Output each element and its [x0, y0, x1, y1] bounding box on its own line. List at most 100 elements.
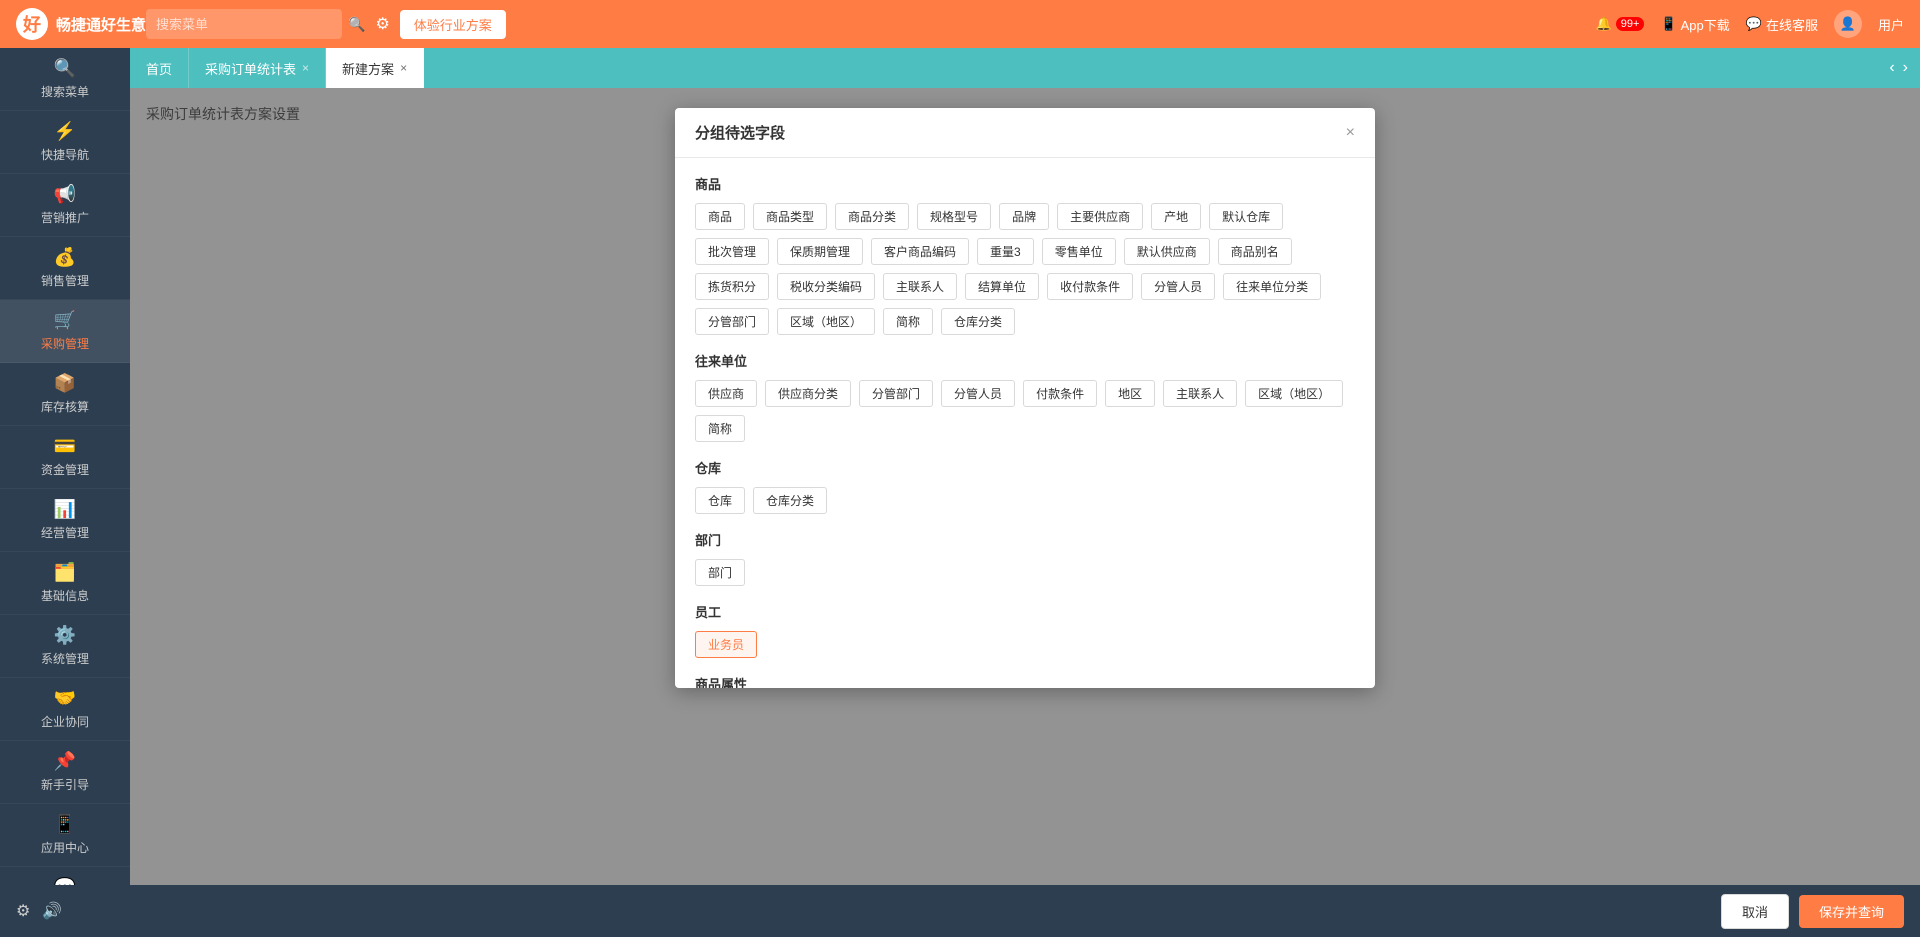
finance-icon: 💳 [54, 436, 76, 457]
sidebar-item-finance[interactable]: 💳 资金管理 [0, 426, 130, 489]
sidebar-item-label: 企业协同 [41, 713, 89, 730]
notification-item[interactable]: 🔔 99+ [1596, 16, 1645, 32]
field-region-area2[interactable]: 区域（地区） [1245, 380, 1343, 407]
field-short-name2[interactable]: 简称 [695, 415, 745, 442]
field-default-supplier[interactable]: 默认供应商 [1124, 238, 1210, 265]
logo-icon: 好 [16, 8, 48, 40]
field-region-area[interactable]: 区域（地区） [777, 308, 875, 335]
field-default-warehouse[interactable]: 默认仓库 [1209, 203, 1283, 230]
modal-header: 分组待选字段 × [675, 108, 1375, 158]
field-origin[interactable]: 产地 [1151, 203, 1201, 230]
field-main-contact2[interactable]: 主联系人 [1163, 380, 1237, 407]
sidebar-item-quick-nav[interactable]: ⚡ 快捷导航 [0, 111, 130, 174]
field-area[interactable]: 地区 [1105, 380, 1155, 407]
field-pick-points[interactable]: 拣货积分 [695, 273, 769, 300]
section-employee-title: 员工 [695, 602, 1355, 621]
sidebar-item-operations[interactable]: 📊 经营管理 [0, 489, 130, 552]
tab-purchase-stats[interactable]: 采购订单统计表 × [189, 48, 326, 88]
field-dept[interactable]: 分管部门 [695, 308, 769, 335]
new-guide-icon: 📌 [54, 751, 76, 772]
settings-icon[interactable]: ⚙ [375, 14, 389, 34]
field-spec-type[interactable]: 规格型号 [917, 203, 991, 230]
modal-close-button[interactable]: × [1346, 125, 1355, 141]
field-manage-dept[interactable]: 分管部门 [859, 380, 933, 407]
avatar[interactable]: 👤 [1834, 10, 1862, 38]
field-retail-unit[interactable]: 零售单位 [1042, 238, 1116, 265]
main-content: 采购订单统计表方案设置 分组待选字段 × 商品 商品 商品类型 商品分类 规格型… [130, 88, 1920, 937]
warehouse-field-grid: 仓库 仓库分类 [695, 487, 1355, 514]
partner-field-grid: 供应商 供应商分类 分管部门 分管人员 付款条件 地区 主联系人 区域（地区） … [695, 380, 1355, 442]
experience-btn[interactable]: 体验行业方案 [400, 10, 506, 39]
section-goods-attr: 商品属性 属性 颜色 多规格 尺码 鞋码 1 [695, 674, 1355, 688]
sidebar-item-label: 基础信息 [41, 587, 89, 604]
save-query-button[interactable]: 保存并查询 [1799, 895, 1904, 928]
cancel-button[interactable]: 取消 [1721, 894, 1789, 929]
field-manage-staff[interactable]: 分管人员 [941, 380, 1015, 407]
tab-bar-right: ‹ › [1889, 59, 1920, 77]
tab-bar: 首页 采购订单统计表 × 新建方案 × ‹ › [130, 48, 1920, 88]
tab-home[interactable]: 首页 [130, 48, 189, 88]
sidebar-item-base-info[interactable]: 🗂️ 基础信息 [0, 552, 130, 615]
volume-bottom-icon[interactable]: 🔊 [42, 901, 62, 921]
marketing-icon: 📢 [54, 184, 76, 205]
field-goods-category[interactable]: 商品分类 [835, 203, 909, 230]
sidebar-item-sales[interactable]: 💰 销售管理 [0, 237, 130, 300]
field-payment-terms[interactable]: 收付款条件 [1047, 273, 1133, 300]
field-source-unit-category[interactable]: 往来单位分类 [1223, 273, 1321, 300]
field-supplier[interactable]: 供应商 [695, 380, 757, 407]
field-payment-condition[interactable]: 付款条件 [1023, 380, 1097, 407]
inventory-icon: 📦 [54, 373, 76, 394]
online-service-item[interactable]: 💬 在线客服 [1746, 15, 1818, 34]
sidebar-item-system[interactable]: ⚙️ 系统管理 [0, 615, 130, 678]
tab-purchase-stats-close[interactable]: × [302, 61, 309, 75]
field-settlement-unit[interactable]: 结算单位 [965, 273, 1039, 300]
field-salesperson[interactable]: 业务员 [695, 631, 757, 658]
app-download-item[interactable]: 📱 App下载 [1660, 15, 1729, 34]
tab-new-plan[interactable]: 新建方案 × [326, 48, 424, 88]
tab-prev-icon[interactable]: ‹ [1889, 59, 1894, 77]
logo-text: 畅捷通好生意 [56, 14, 146, 35]
field-expiry-mgmt[interactable]: 保质期管理 [777, 238, 863, 265]
field-goods-type[interactable]: 商品类型 [753, 203, 827, 230]
sidebar-item-inventory[interactable]: 📦 库存核算 [0, 363, 130, 426]
sidebar-item-search-menu[interactable]: 🔍 搜索菜单 [0, 48, 130, 111]
sidebar-item-label: 系统管理 [41, 650, 89, 667]
field-customer-goods-code[interactable]: 客户商品编码 [871, 238, 969, 265]
field-tax-category-code[interactable]: 税收分类编码 [777, 273, 875, 300]
modal-body: 商品 商品 商品类型 商品分类 规格型号 品牌 主要供应商 产地 默认仓库 批次… [675, 158, 1375, 688]
field-warehouse-category[interactable]: 仓库分类 [941, 308, 1015, 335]
sidebar-item-label: 搜索菜单 [41, 83, 89, 100]
sidebar-item-marketing[interactable]: 📢 营销推广 [0, 174, 130, 237]
field-batch-mgmt[interactable]: 批次管理 [695, 238, 769, 265]
sidebar-item-enterprise-coop[interactable]: 🤝 企业协同 [0, 678, 130, 741]
sidebar-item-new-guide[interactable]: 📌 新手引导 [0, 741, 130, 804]
sidebar-item-label: 库存核算 [41, 398, 89, 415]
field-manager[interactable]: 分管人员 [1141, 273, 1215, 300]
field-short-name[interactable]: 简称 [883, 308, 933, 335]
settings-bottom-icon[interactable]: ⚙ [16, 901, 30, 921]
field-dept2[interactable]: 部门 [695, 559, 745, 586]
field-supplier-category[interactable]: 供应商分类 [765, 380, 851, 407]
section-partner-title: 往来单位 [695, 351, 1355, 370]
tab-new-plan-close[interactable]: × [400, 61, 407, 75]
tab-next-icon[interactable]: › [1903, 59, 1908, 77]
sidebar-item-label: 营销推广 [41, 209, 89, 226]
download-icon: 📱 [1660, 16, 1676, 32]
field-goods[interactable]: 商品 [695, 203, 745, 230]
sidebar-item-purchase[interactable]: 🛒 采购管理 [0, 300, 130, 363]
field-main-contact[interactable]: 主联系人 [883, 273, 957, 300]
sidebar-item-app-center[interactable]: 📱 应用中心 [0, 804, 130, 867]
field-wh-category[interactable]: 仓库分类 [753, 487, 827, 514]
operations-icon: 📊 [54, 499, 76, 520]
system-icon: ⚙️ [54, 625, 76, 646]
field-weight3[interactable]: 重量3 [977, 238, 1034, 265]
sidebar-item-label: 经营管理 [41, 524, 89, 541]
search-input[interactable] [146, 9, 342, 39]
field-main-supplier[interactable]: 主要供应商 [1057, 203, 1143, 230]
sidebar-item-label: 新手引导 [41, 776, 89, 793]
online-service-label: 在线客服 [1766, 15, 1818, 34]
field-brand[interactable]: 品牌 [999, 203, 1049, 230]
field-goods-alias[interactable]: 商品别名 [1218, 238, 1292, 265]
field-wh[interactable]: 仓库 [695, 487, 745, 514]
user-name: 用户 [1878, 15, 1904, 34]
